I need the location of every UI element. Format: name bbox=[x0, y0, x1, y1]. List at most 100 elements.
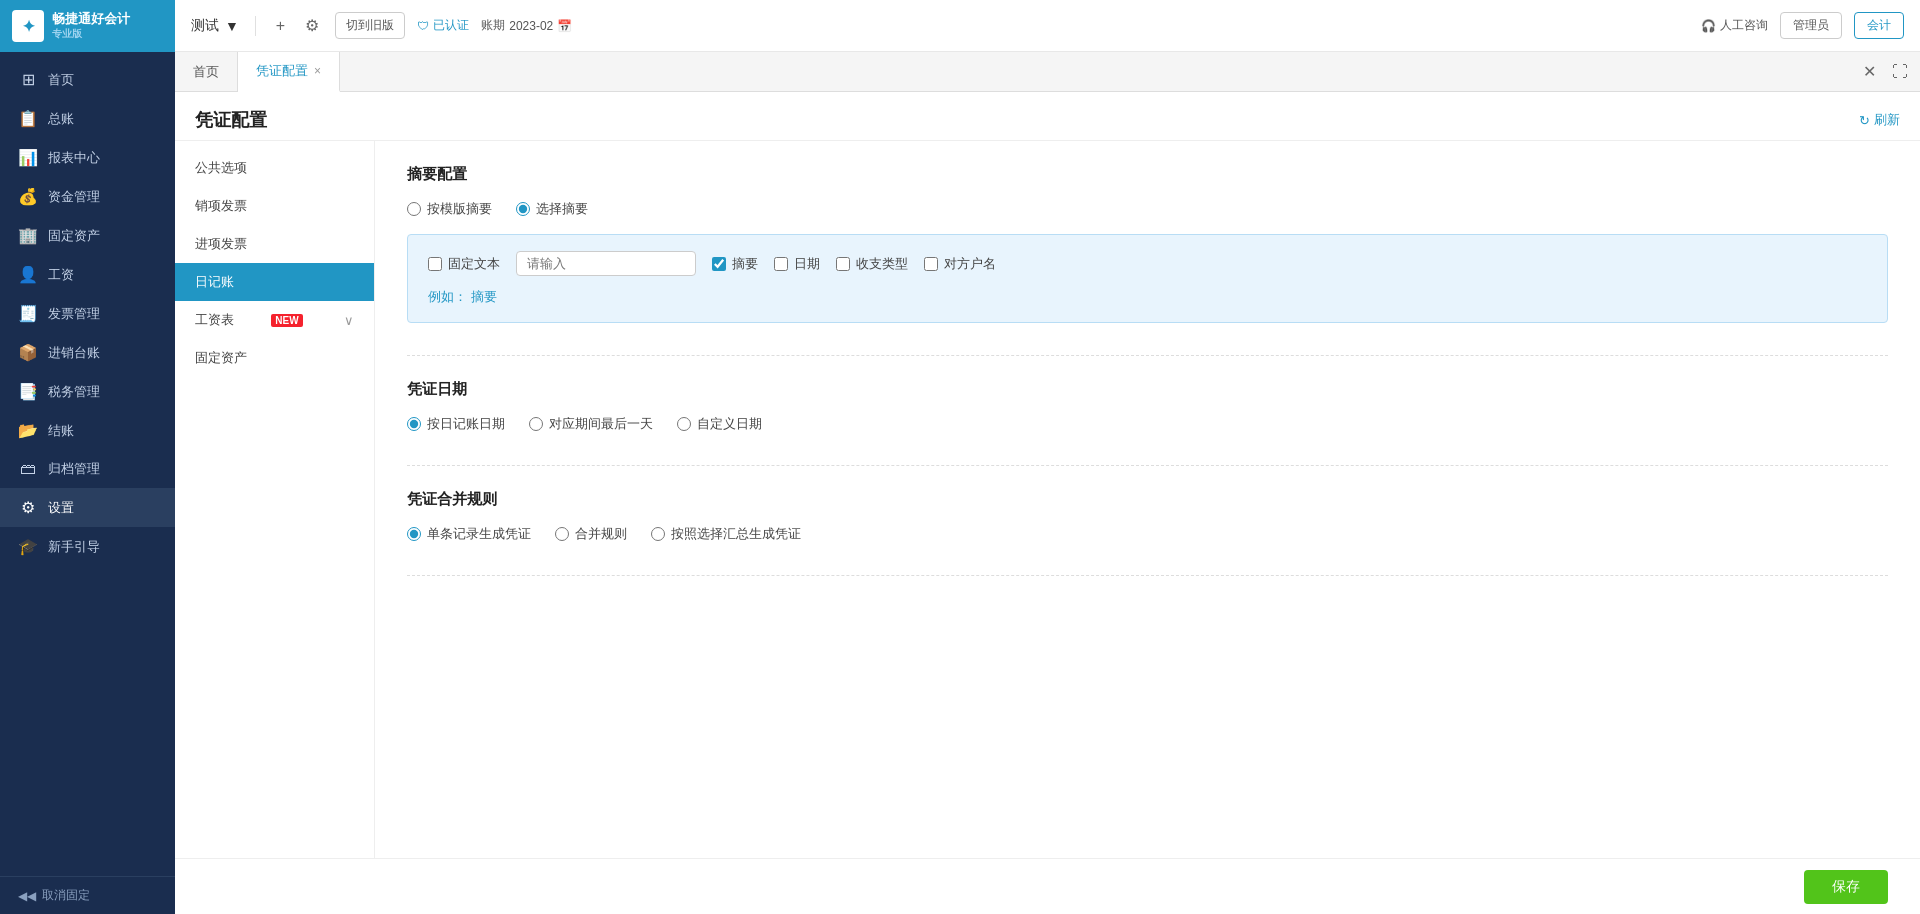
certification-status: 🛡 已认证 bbox=[417, 17, 469, 34]
payroll-icon: 👤 bbox=[18, 265, 38, 284]
consultant-label: 人工咨询 bbox=[1720, 17, 1768, 34]
fixed-text-option[interactable]: 固定文本 bbox=[428, 255, 500, 273]
left-nav: 公共选项 销项发票 进项发票 日记账 工资表 NEW ∨ 固定资产 bbox=[175, 141, 375, 858]
abstract-radio-group: 按模版摘要 选择摘要 bbox=[407, 200, 1888, 218]
period-text: 账期 bbox=[481, 17, 505, 34]
left-nav-fixed-assets[interactable]: 固定资产 bbox=[175, 339, 374, 377]
left-nav-sales[interactable]: 销项发票 bbox=[175, 187, 374, 225]
tax-icon: 📑 bbox=[18, 382, 38, 401]
sidebar-item-settings[interactable]: ⚙ 设置 bbox=[0, 488, 175, 527]
income-type-checkbox[interactable] bbox=[836, 257, 850, 271]
calendar-icon: 📅 bbox=[557, 19, 572, 33]
sidebar-item-invoices[interactable]: 🧾 发票管理 bbox=[0, 294, 175, 333]
ledger-icon: 📋 bbox=[18, 109, 38, 128]
sidebar-item-label: 设置 bbox=[48, 499, 74, 517]
counterpart-checkbox[interactable] bbox=[924, 257, 938, 271]
abstract-config-row: 固定文本 摘要 日期 bbox=[428, 251, 1867, 276]
date-radio-group: 按日记账日期 对应期间最后一天 自定义日期 bbox=[407, 415, 1888, 433]
income-type-option[interactable]: 收支类型 bbox=[836, 255, 908, 273]
abstract-option[interactable]: 摘要 bbox=[712, 255, 758, 273]
sidebar-item-archive[interactable]: 🗃 归档管理 bbox=[0, 450, 175, 488]
sidebar-item-home[interactable]: ⊞ 首页 bbox=[0, 60, 175, 99]
custom-date-radio[interactable] bbox=[677, 417, 691, 431]
close-tab-button[interactable]: ✕ bbox=[1859, 58, 1880, 85]
abstract-template-radio[interactable] bbox=[407, 202, 421, 216]
sidebar-item-tax[interactable]: 📑 税务管理 bbox=[0, 372, 175, 411]
tab-active-label: 凭证配置 bbox=[256, 62, 308, 80]
switch-version-button[interactable]: 切到旧版 bbox=[335, 12, 405, 39]
sidebar-pin-toggle[interactable]: ◀◀ 取消固定 bbox=[0, 876, 175, 914]
consultant-button[interactable]: 🎧 人工咨询 bbox=[1701, 17, 1768, 34]
left-nav-diary[interactable]: 日记账 bbox=[175, 263, 374, 301]
add-button[interactable]: + bbox=[272, 13, 289, 39]
select-merge-option[interactable]: 按照选择汇总生成凭证 bbox=[651, 525, 801, 543]
sidebar-item-label: 资金管理 bbox=[48, 188, 100, 206]
sidebar-item-label: 新手引导 bbox=[48, 538, 100, 556]
company-selector[interactable]: 测试 ▼ bbox=[191, 17, 239, 35]
left-nav-purchase[interactable]: 进项发票 bbox=[175, 225, 374, 263]
tab-actions: ✕ ⛶ bbox=[1859, 58, 1920, 85]
tab-voucher-config[interactable]: 凭证配置 × bbox=[238, 52, 340, 92]
expand-icon: ∨ bbox=[344, 313, 354, 328]
abstract-select-radio[interactable] bbox=[516, 202, 530, 216]
tab-close-button[interactable]: × bbox=[314, 64, 321, 78]
invoices-icon: 🧾 bbox=[18, 304, 38, 323]
diary-date-option[interactable]: 按日记账日期 bbox=[407, 415, 505, 433]
sidebar-item-reports[interactable]: 📊 报表中心 bbox=[0, 138, 175, 177]
footer-bar: 保存 bbox=[175, 858, 1920, 914]
sidebar-item-ledger[interactable]: 📋 总账 bbox=[0, 99, 175, 138]
fixed-text-input[interactable] bbox=[516, 251, 696, 276]
single-record-radio[interactable] bbox=[407, 527, 421, 541]
abstract-template-option[interactable]: 按模版摘要 bbox=[407, 200, 492, 218]
period-display: 账期 2023-02 📅 bbox=[481, 17, 572, 34]
sidebar-item-label: 总账 bbox=[48, 110, 74, 128]
sidebar-logo: ✦ 畅捷通好会计 专业版 bbox=[0, 0, 175, 52]
date-option[interactable]: 日期 bbox=[774, 255, 820, 273]
merge-rules-option[interactable]: 合并规则 bbox=[555, 525, 627, 543]
fixed-text-checkbox[interactable] bbox=[428, 257, 442, 271]
fullscreen-button[interactable]: ⛶ bbox=[1888, 59, 1912, 85]
role-button[interactable]: 会计 bbox=[1854, 12, 1904, 39]
divider-3 bbox=[407, 575, 1888, 576]
select-merge-radio[interactable] bbox=[651, 527, 665, 541]
diary-date-radio[interactable] bbox=[407, 417, 421, 431]
left-nav-public[interactable]: 公共选项 bbox=[175, 149, 374, 187]
two-col-layout: 公共选项 销项发票 进项发票 日记账 工资表 NEW ∨ 固定资产 bbox=[175, 141, 1920, 858]
topbar-divider-1 bbox=[255, 16, 256, 36]
sidebar-item-close[interactable]: 📂 结账 bbox=[0, 411, 175, 450]
user-button[interactable]: 管理员 bbox=[1780, 12, 1842, 39]
archive-icon: 🗃 bbox=[18, 460, 38, 478]
home-icon: ⊞ bbox=[18, 70, 38, 89]
single-record-option[interactable]: 单条记录生成凭证 bbox=[407, 525, 531, 543]
abstract-checkbox[interactable] bbox=[712, 257, 726, 271]
sidebar-item-payroll[interactable]: 👤 工资 bbox=[0, 255, 175, 294]
sidebar-item-funds[interactable]: 💰 资金管理 bbox=[0, 177, 175, 216]
tab-home[interactable]: 首页 bbox=[175, 52, 238, 92]
shield-icon: 🛡 bbox=[417, 19, 429, 33]
merge-rules-radio[interactable] bbox=[555, 527, 569, 541]
sidebar-item-tutorial[interactable]: 🎓 新手引导 bbox=[0, 527, 175, 566]
counterpart-option[interactable]: 对方户名 bbox=[924, 255, 996, 273]
pin-label: 取消固定 bbox=[42, 887, 90, 904]
sidebar-item-label: 发票管理 bbox=[48, 305, 100, 323]
sidebar-item-sales-ledger[interactable]: 📦 进销台账 bbox=[0, 333, 175, 372]
sidebar-item-assets[interactable]: 🏢 固定资产 bbox=[0, 216, 175, 255]
date-checkbox[interactable] bbox=[774, 257, 788, 271]
sidebar-item-label: 进销台账 bbox=[48, 344, 100, 362]
abstract-section: 摘要配置 按模版摘要 选择摘要 bbox=[407, 165, 1888, 323]
sidebar-item-label: 结账 bbox=[48, 422, 74, 440]
left-nav-payroll[interactable]: 工资表 NEW ∨ bbox=[175, 301, 374, 339]
abstract-select-option[interactable]: 选择摘要 bbox=[516, 200, 588, 218]
page-title: 凭证配置 bbox=[195, 108, 267, 132]
save-button[interactable]: 保存 bbox=[1804, 870, 1888, 904]
sidebar-item-label: 税务管理 bbox=[48, 383, 100, 401]
period-last-radio[interactable] bbox=[529, 417, 543, 431]
new-badge: NEW bbox=[271, 314, 302, 327]
custom-date-option[interactable]: 自定义日期 bbox=[677, 415, 762, 433]
sidebar-navigation: ⊞ 首页 📋 总账 📊 报表中心 💰 资金管理 🏢 固定资产 👤 工资 🧾 发票… bbox=[0, 52, 175, 876]
topbar: 测试 ▼ + ⚙ 切到旧版 🛡 已认证 账期 2023-02 📅 🎧 人工咨询 … bbox=[175, 0, 1920, 52]
refresh-button[interactable]: ↻ 刷新 bbox=[1859, 111, 1900, 129]
settings-button[interactable]: ⚙ bbox=[301, 12, 323, 39]
reports-icon: 📊 bbox=[18, 148, 38, 167]
period-last-option[interactable]: 对应期间最后一天 bbox=[529, 415, 653, 433]
